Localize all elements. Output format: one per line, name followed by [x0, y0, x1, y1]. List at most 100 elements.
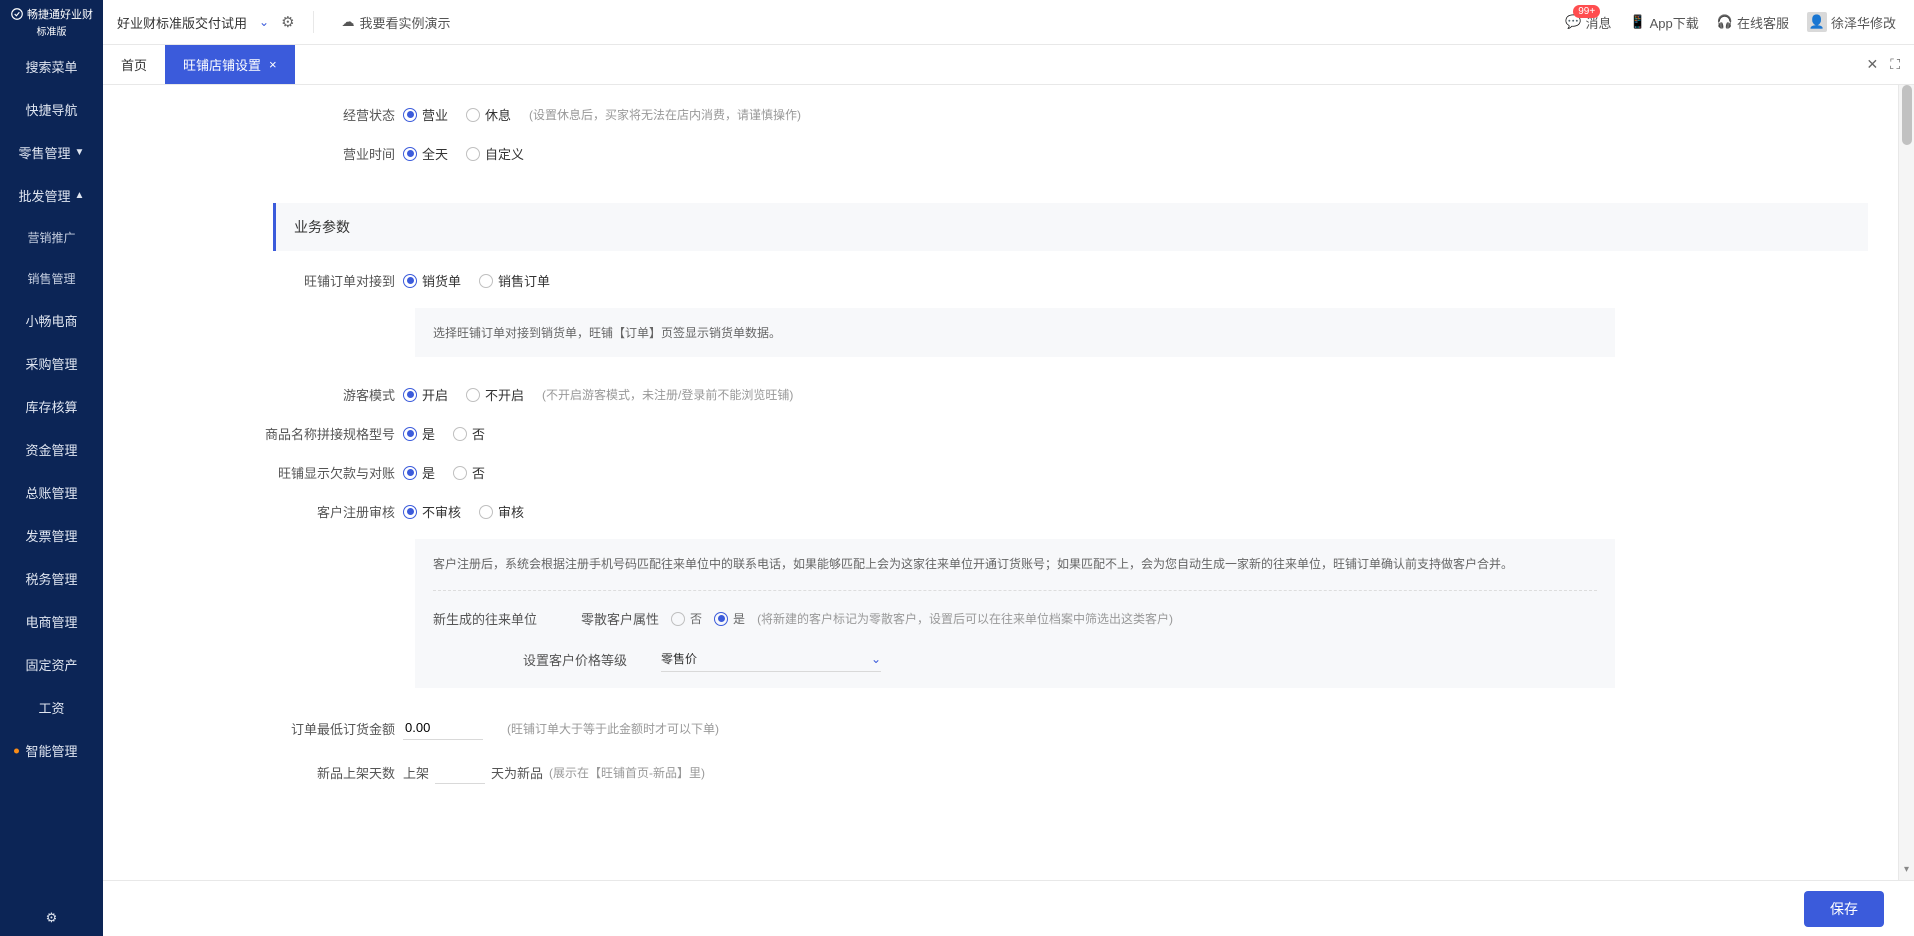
sidebar-settings-button[interactable]: ⚙ [0, 900, 103, 936]
radio-retail-no-label: 否 [690, 610, 702, 627]
chevron-up-icon: ▲ [75, 190, 85, 201]
radio-retail-no[interactable]: 否 [671, 610, 702, 627]
sidebar-item-0[interactable]: 搜索菜单 [0, 45, 103, 88]
radio-icon [403, 388, 417, 402]
sidebar-item-label: 发票管理 [25, 526, 77, 545]
radio-arrears-no[interactable]: 否 [453, 463, 485, 482]
tab-shop-settings[interactable]: 旺铺店铺设置 × [165, 45, 295, 84]
row-price-level: 设置客户价格等级 零售价 ⌄ [433, 646, 1597, 672]
sidebar-item-11[interactable]: 发票管理 [0, 514, 103, 557]
radio-hours-custom[interactable]: 自定义 [466, 144, 524, 163]
select-price-level[interactable]: 零售价 ⌄ [661, 646, 881, 672]
radio-guest-off[interactable]: 不开启 [466, 385, 524, 404]
radio-icon [479, 505, 493, 519]
radio-icon [403, 427, 417, 441]
logo-icon [10, 7, 24, 21]
sidebar-item-1[interactable]: 快捷导航 [0, 88, 103, 131]
row-new-unit: 新生成的往来单位 零散客户属性 否 是 (将新建的客户标记为零散客户，设置后可以… [433, 609, 1597, 628]
radio-spec-no-label: 否 [472, 424, 485, 443]
radio-icon [466, 388, 480, 402]
sidebar-item-9[interactable]: 资金管理 [0, 428, 103, 471]
close-icon[interactable]: × [269, 57, 277, 72]
messages-button[interactable]: 99+ 💬 消息 [1565, 13, 1611, 32]
scroll-thumb[interactable] [1902, 85, 1912, 145]
sidebar-item-label: 电商管理 [25, 612, 77, 631]
radio-spec-yes-label: 是 [422, 424, 435, 443]
expand-icon[interactable]: ⛶ [1890, 56, 1900, 73]
label-new-unit: 新生成的往来单位 [433, 609, 537, 628]
user-menu[interactable]: 👤 徐泽华修改 [1807, 12, 1896, 32]
radio-icon [479, 274, 493, 288]
save-button[interactable]: 保存 [1804, 891, 1884, 927]
avatar-icon: 👤 [1807, 12, 1827, 32]
radio-hours-custom-label: 自定义 [485, 144, 524, 163]
radio-icon [714, 612, 728, 626]
online-service-button[interactable]: 🎧 在线客服 [1717, 13, 1789, 32]
phone-icon: 📱 [1629, 14, 1645, 30]
sidebar-item-13[interactable]: 电商管理 [0, 600, 103, 643]
sidebar-item-16[interactable]: 智能管理 [0, 729, 103, 772]
sidebar-item-15[interactable]: 工资 [0, 686, 103, 729]
sidebar-item-7[interactable]: 采购管理 [0, 342, 103, 385]
app-download-button[interactable]: 📱 App下载 [1629, 13, 1698, 32]
radio-spec-yes[interactable]: 是 [403, 424, 435, 443]
radio-spec-no[interactable]: 否 [453, 424, 485, 443]
label-price-level: 设置客户价格等级 [523, 650, 627, 669]
sidebar-item-10[interactable]: 总账管理 [0, 471, 103, 514]
cloud-icon: ☁ [342, 14, 355, 30]
row-business-status: 经营状态 营业 休息 (设置休息后，买家将无法在店内消费，请谨慎操作) [133, 95, 1868, 134]
gear-icon[interactable]: ⚙ [281, 13, 294, 31]
divider [313, 11, 314, 33]
input-new-product-days[interactable] [435, 760, 485, 784]
radio-hours-allday[interactable]: 全天 [403, 144, 448, 163]
close-all-icon[interactable]: ✕ [1866, 56, 1878, 73]
sidebar-item-3[interactable]: 批发管理▲ [0, 174, 103, 217]
radio-dock-sales-order[interactable]: 销售订单 [479, 271, 550, 290]
radio-icon [453, 427, 467, 441]
sidebar-item-6[interactable]: 小畅电商 [0, 299, 103, 342]
sidebar: 搜索菜单快捷导航零售管理▼批发管理▲营销推广销售管理小畅电商采购管理库存核算资金… [0, 45, 103, 936]
sidebar-item-14[interactable]: 固定资产 [0, 643, 103, 686]
row-min-order: 订单最低订货金额 (旺铺订单大于等于此金额时才可以下单) [133, 706, 1868, 750]
header-right: 99+ 💬 消息 📱 App下载 🎧 在线客服 👤 徐泽华修改 [1565, 12, 1914, 32]
row-business-hours: 营业时间 全天 自定义 [133, 134, 1868, 173]
sidebar-item-label: 库存核算 [25, 397, 77, 416]
radio-status-rest[interactable]: 休息 [466, 105, 511, 124]
header-title[interactable]: 好业财标准版交付试用 [117, 13, 247, 32]
radio-arrears-no-label: 否 [472, 463, 485, 482]
sidebar-item-label: 资金管理 [25, 440, 77, 459]
radio-guest-on-label: 开启 [422, 385, 448, 404]
tab-home[interactable]: 首页 [103, 45, 165, 84]
scroll-down-icon[interactable]: ▾ [1899, 864, 1914, 880]
sidebar-item-5[interactable]: 销售管理 [0, 258, 103, 299]
radio-icon [403, 147, 417, 161]
tabs-right: ✕ ⛶ [1866, 45, 1914, 84]
radio-register-noaudit[interactable]: 不审核 [403, 502, 461, 521]
username: 徐泽华修改 [1831, 13, 1896, 32]
input-min-order[interactable] [403, 716, 483, 740]
radio-arrears-yes[interactable]: 是 [403, 463, 435, 482]
radio-retail-yes[interactable]: 是 [714, 610, 745, 627]
sidebar-item-label: 零售管理 [19, 143, 71, 162]
radio-status-open[interactable]: 营业 [403, 105, 448, 124]
radio-guest-off-label: 不开启 [485, 385, 524, 404]
sidebar-item-4[interactable]: 营销推广 [0, 217, 103, 258]
select-price-level-value: 零售价 [661, 650, 697, 667]
radio-register-audit[interactable]: 审核 [479, 502, 524, 521]
radio-icon [453, 466, 467, 480]
info-order-dock-text: 选择旺铺订单对接到销货单，旺铺【订单】页签显示销货单数据。 [433, 324, 1597, 341]
label-business-status: 经营状态 [133, 105, 403, 124]
chevron-down-icon[interactable]: ⌄ [259, 15, 269, 29]
scrollbar[interactable]: ▴ ▾ [1898, 85, 1914, 880]
text-new-product-suffix: 天为新品 [491, 763, 543, 782]
app-download-label: App下载 [1650, 13, 1699, 32]
sidebar-item-8[interactable]: 库存核算 [0, 385, 103, 428]
sidebar-item-12[interactable]: 税务管理 [0, 557, 103, 600]
radio-guest-on[interactable]: 开启 [403, 385, 448, 404]
sidebar-item-2[interactable]: 零售管理▼ [0, 131, 103, 174]
hint-business-status: (设置休息后，买家将无法在店内消费，请谨慎操作) [529, 106, 801, 123]
main: 首页 旺铺店铺设置 × ✕ ⛶ 经营状态 营业 休息 (设置休息后，买家将无法 [103, 45, 1914, 936]
demo-link[interactable]: ☁ 我要看实例演示 [332, 13, 461, 32]
radio-dock-sales-bill[interactable]: 销货单 [403, 271, 461, 290]
radio-register-noaudit-label: 不审核 [422, 502, 461, 521]
